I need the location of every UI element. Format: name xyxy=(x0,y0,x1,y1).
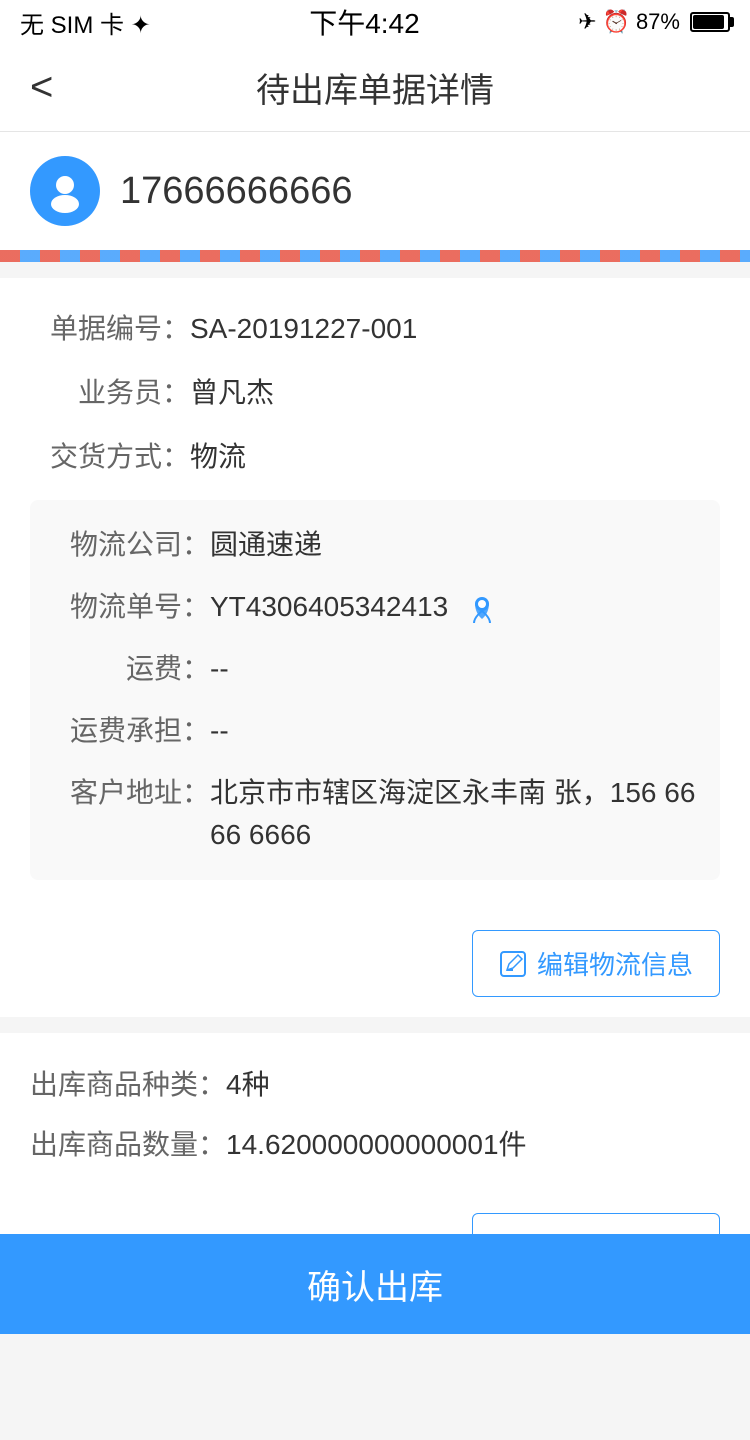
goods-quantity-row: 出库商品数量： 14.620000000000001件 xyxy=(30,1123,720,1163)
tracking-number: YT4306405342413 xyxy=(210,586,448,628)
agent-label: 业务员： xyxy=(30,372,190,414)
edit-icon xyxy=(499,950,527,978)
goods-types-row: 出库商品种类： 4种 xyxy=(30,1063,720,1103)
confirm-button[interactable]: 确认出库 xyxy=(0,1234,750,1334)
logistics-card: 物流公司： 圆通速递 物流单号： YT4306405342413 xyxy=(30,500,720,880)
logistics-company-label: 物流公司： xyxy=(50,524,210,566)
freight-bear-row: 运费承担： -- xyxy=(50,710,700,752)
battery-icon xyxy=(690,12,730,32)
back-button[interactable]: < xyxy=(30,65,53,110)
user-header: 17666666666 xyxy=(0,132,750,250)
battery-label: 87% xyxy=(636,9,680,35)
agent-row: 业务员： 曾凡杰 xyxy=(30,372,720,414)
page-title: 待出库单据详情 xyxy=(256,63,494,112)
location-status-icon: ✈ xyxy=(578,9,596,35)
delivery-row: 交货方式： 物流 xyxy=(30,436,720,478)
status-right: ✈ ⏰ 87% xyxy=(578,9,730,35)
logistics-company-value: 圆通速递 xyxy=(210,524,700,566)
status-left: 无 SIM 卡 ✦ xyxy=(20,5,151,40)
goods-types-value: 4种 xyxy=(226,1063,270,1103)
location-pin-icon[interactable] xyxy=(464,589,500,625)
tracking-label: 物流单号： xyxy=(50,586,210,628)
logistics-company-row: 物流公司： 圆通速递 xyxy=(50,524,700,566)
bottom-area: 确认出库 xyxy=(0,1234,750,1334)
goods-quantity-label: 出库商品数量： xyxy=(30,1123,226,1163)
nav-bar: < 待出库单据详情 xyxy=(0,44,750,132)
address-label: 客户地址： xyxy=(50,772,210,814)
dashed-divider xyxy=(0,250,750,262)
address-value: 北京市市辖区海淀区永丰南 张，156 6666 6666 xyxy=(210,772,700,856)
freight-value: -- xyxy=(210,648,700,690)
alarm-icon: ⏰ xyxy=(603,9,630,35)
agent-value: 曾凡杰 xyxy=(190,372,720,414)
goods-types-label: 出库商品种类： xyxy=(30,1063,226,1103)
freight-row: 运费： -- xyxy=(50,648,700,690)
person-icon xyxy=(42,168,88,214)
tracking-value: YT4306405342413 xyxy=(210,586,700,628)
edit-logistics-label: 编辑物流信息 xyxy=(537,945,693,982)
freight-label: 运费： xyxy=(50,648,210,690)
address-row: 客户地址： 北京市市辖区海淀区永丰南 张，156 6666 6666 xyxy=(50,772,700,856)
avatar xyxy=(30,156,100,226)
freight-bear-label: 运费承担： xyxy=(50,710,210,752)
edit-logistics-area: 编辑物流信息 xyxy=(0,910,750,1017)
order-number-value: SA-20191227-001 xyxy=(190,308,720,350)
goods-section: 出库商品种类： 4种 出库商品数量： 14.620000000000001件 xyxy=(0,1033,750,1193)
freight-bear-value: -- xyxy=(210,710,700,752)
tracking-row: 物流单号： YT4306405342413 xyxy=(50,586,700,628)
order-info-section: 单据编号： SA-20191227-001 业务员： 曾凡杰 交货方式： 物流 … xyxy=(0,278,750,910)
order-number-row: 单据编号： SA-20191227-001 xyxy=(30,308,720,350)
goods-quantity-value: 14.620000000000001件 xyxy=(226,1123,527,1163)
status-bar: 无 SIM 卡 ✦ 下午4:42 ✈ ⏰ 87% xyxy=(0,0,750,44)
status-time: 下午4:42 xyxy=(309,2,420,42)
user-phone: 17666666666 xyxy=(120,170,352,213)
delivery-value: 物流 xyxy=(190,436,720,478)
order-number-label: 单据编号： xyxy=(30,308,190,350)
edit-logistics-button[interactable]: 编辑物流信息 xyxy=(472,930,720,997)
sim-label: 无 SIM 卡 ✦ xyxy=(20,5,151,40)
delivery-label: 交货方式： xyxy=(30,436,190,478)
